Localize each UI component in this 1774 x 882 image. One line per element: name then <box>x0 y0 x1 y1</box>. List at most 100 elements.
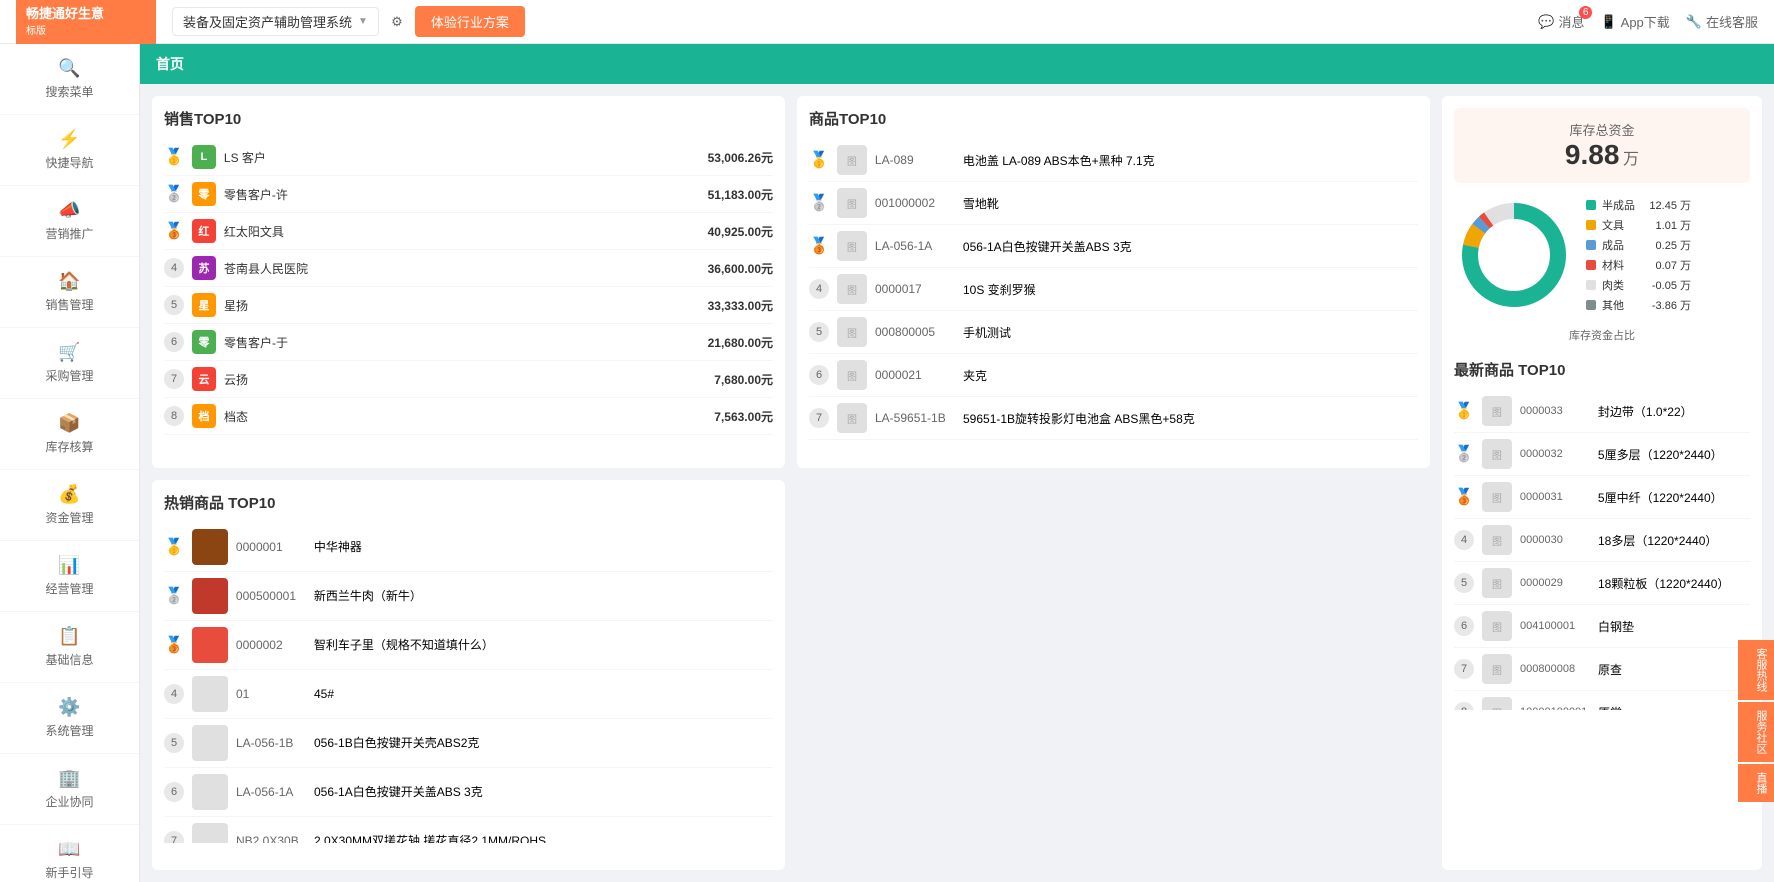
list-item: 🥉 0000002 智利车子里（规格不知道填什么） <box>164 621 773 670</box>
hot-products-card: 热销商品 TOP10 🥇 0000001 中华神器 🥈 000500001 新西… <box>152 480 785 871</box>
service-icon: 🔧 <box>1686 14 1702 30</box>
app-download-btn[interactable]: 📱 App下载 <box>1600 12 1669 31</box>
customer-service-btn[interactable]: 🔧 在线客服 <box>1686 12 1758 31</box>
avatar: 零 <box>192 182 216 206</box>
product-code: LA-59651-1B <box>875 411 955 425</box>
product-code: 0000021 <box>875 368 955 382</box>
inventory-chart-label: 库存资金占比 <box>1454 327 1750 343</box>
product-image: 图 <box>837 188 867 218</box>
finance-icon: 💰 <box>58 484 80 505</box>
product-image: 图 <box>1482 697 1512 710</box>
chart-legend: 半成品 12.45 万 文具 1.01 万 成品 0.25 万 <box>1586 197 1691 313</box>
sidebar-item-system[interactable]: ⚙️ 系统管理 <box>0 683 139 754</box>
product-name: 59651-1B旋转投影灯电池盒 ABS黑色+58克 <box>963 410 1195 427</box>
product-code: 000800008 <box>1520 663 1590 675</box>
new-products-section: 最新商品 TOP10 🥇 图 0000033 封边带（1.0*22） 🥈 图 <box>1454 359 1750 710</box>
product-name: 056-1B白色按键开关壳ABS2克 <box>314 734 479 751</box>
sidebar-item-quick-nav[interactable]: ⚡ 快捷导航 <box>0 115 139 186</box>
medal-icon: 🥉 <box>164 221 184 241</box>
marketing-icon: 📣 <box>58 200 80 221</box>
medal-icon: 🥈 <box>164 184 184 204</box>
product-image: 图 <box>1482 396 1512 426</box>
rank-number: 7 <box>809 408 829 428</box>
top-customers-title: 销售TOP10 <box>164 108 773 129</box>
legend-color <box>1586 280 1596 290</box>
sidebar-item-search[interactable]: 🔍 搜索菜单 <box>0 44 139 115</box>
medal-icon: 🥉 <box>809 236 829 256</box>
product-name: 2.0X30MM双搓花轴,搓花直径2.1MM/ROHS <box>314 832 546 843</box>
sidebar-item-inventory[interactable]: 📦 库存核算 <box>0 399 139 470</box>
sidebar-item-marketing[interactable]: 📣 营销推广 <box>0 186 139 257</box>
customer-name: LS 客户 <box>224 149 700 166</box>
list-item: 5 图 0000029 18颗粒板（1220*2440） <box>1454 562 1750 605</box>
list-item: 7 NB2.0X30B 2.0X30MM双搓花轴,搓花直径2.1MM/ROHS <box>164 817 773 843</box>
product-image: 图 <box>837 274 867 304</box>
medal-icon: 🥇 <box>164 537 184 557</box>
customer-value: 33,333.00元 <box>708 297 773 314</box>
customer-name: 零售客户-许 <box>224 186 700 203</box>
rank-number: 4 <box>809 279 829 299</box>
product-code: 0000030 <box>1520 534 1590 546</box>
legend-color <box>1586 260 1596 270</box>
sales-icon: 🏠 <box>58 271 80 292</box>
list-item: 🥈 000500001 新西兰牛肉（新牛） <box>164 572 773 621</box>
system-selector[interactable]: 装备及固定资产辅助管理系统 ▼ <box>172 7 379 36</box>
top-products-rank-title: 商品TOP10 <box>809 108 1418 129</box>
topbar: 畅捷通好生意 标版 装备及固定资产辅助管理系统 ▼ ⚙ 体验行业方案 💬 消息 … <box>0 0 1774 44</box>
rank-number: 8 <box>1454 702 1474 710</box>
page-nav: 首页 <box>140 44 1774 84</box>
service-community-btn[interactable]: 服务社区 <box>1738 702 1774 762</box>
sidebar-label-finance: 资金管理 <box>45 509 93 526</box>
product-code: LA-056-1B <box>236 736 306 750</box>
sidebar-label-marketing: 营销推广 <box>45 225 93 242</box>
product-name: 056-1A白色按键开关盖ABS 3克 <box>963 238 1132 255</box>
avatar: L <box>192 145 216 169</box>
inventory-total-amount: 9.88 万 <box>1466 139 1738 171</box>
sidebar-item-company[interactable]: 🏢 企业协同 <box>0 754 139 825</box>
message-btn[interactable]: 💬 消息 6 <box>1538 12 1584 31</box>
product-name: 雪地靴 <box>963 195 999 212</box>
medal-icon: 🥇 <box>164 147 184 167</box>
legend-item: 成品 0.25 万 <box>1586 237 1691 253</box>
product-name: 新西兰牛肉（新牛） <box>314 587 422 604</box>
new-products-title: 最新商品 TOP10 <box>1454 359 1750 380</box>
customer-value: 7,563.00元 <box>714 408 773 425</box>
hot-products-list: 🥇 0000001 中华神器 🥈 000500001 新西兰牛肉（新牛） 🥉 <box>164 523 773 843</box>
product-image: 图 <box>837 360 867 390</box>
float-buttons: 客服热线 服务社区 直播 <box>1738 640 1774 802</box>
sidebar-item-guide[interactable]: 📖 新手引导 <box>0 825 139 882</box>
sidebar-item-operation[interactable]: 📊 经营管理 <box>0 541 139 612</box>
quick-nav-icon: ⚡ <box>58 129 80 150</box>
home-breadcrumb: 首页 <box>156 54 184 74</box>
product-name: 056-1A白色按键开关盖ABS 3克 <box>314 783 483 800</box>
dashboard: 销售TOP10 🥇 L LS 客户 53,006.26元 🥈 零 <box>140 84 1774 882</box>
sidebar-item-base[interactable]: 📋 基础信息 <box>0 612 139 683</box>
trial-button[interactable]: 体验行业方案 <box>415 6 525 37</box>
legend-label: 材料 <box>1602 257 1635 273</box>
sidebar-label-guide: 新手引导 <box>45 864 93 881</box>
legend-value: -0.05 万 <box>1641 277 1691 293</box>
sidebar-item-finance[interactable]: 💰 资金管理 <box>0 470 139 541</box>
list-item: 🥉 图 LA-056-1A 056-1A白色按键开关盖ABS 3克 <box>809 225 1418 268</box>
sidebar-item-purchase[interactable]: 🛒 采购管理 <box>0 328 139 399</box>
sidebar-item-sales[interactable]: 🏠 销售管理 <box>0 257 139 328</box>
rank-number: 5 <box>1454 573 1474 593</box>
product-code: LA-089 <box>875 153 955 167</box>
inventory-unit: 万 <box>1623 151 1639 168</box>
rank-number: 6 <box>164 782 184 802</box>
product-image: 图 <box>837 403 867 433</box>
list-item: 🥈 零 零售客户-许 51,183.00元 <box>164 176 773 213</box>
system-selector-text: 装备及固定资产辅助管理系统 <box>183 12 352 31</box>
gear-icon[interactable]: ⚙ <box>387 12 407 32</box>
top-products-rank-card: 商品TOP10 🥇 图 LA-089 电池盖 LA-089 ABS本色+黑种 7… <box>797 96 1430 468</box>
list-item: 4 图 0000030 18多层（1220*2440） <box>1454 519 1750 562</box>
customer-name: 红太阳文具 <box>224 223 700 240</box>
customer-service-hotline-btn[interactable]: 客服热线 <box>1738 640 1774 700</box>
new-products-title-text: 最新商品 TOP10 <box>1454 359 1565 380</box>
new-products-list: 🥇 图 0000033 封边带（1.0*22） 🥈 图 0000032 5厘多层… <box>1454 390 1750 710</box>
medal-icon: 🥇 <box>1454 401 1474 421</box>
main-layout: 🔍 搜索菜单 ⚡ 快捷导航 📣 营销推广 🏠 销售管理 🛒 采购管理 📦 库存核… <box>0 44 1774 882</box>
live-broadcast-btn[interactable]: 直播 <box>1738 764 1774 802</box>
product-image: 图 <box>1482 654 1512 684</box>
rank-number: 4 <box>164 684 184 704</box>
